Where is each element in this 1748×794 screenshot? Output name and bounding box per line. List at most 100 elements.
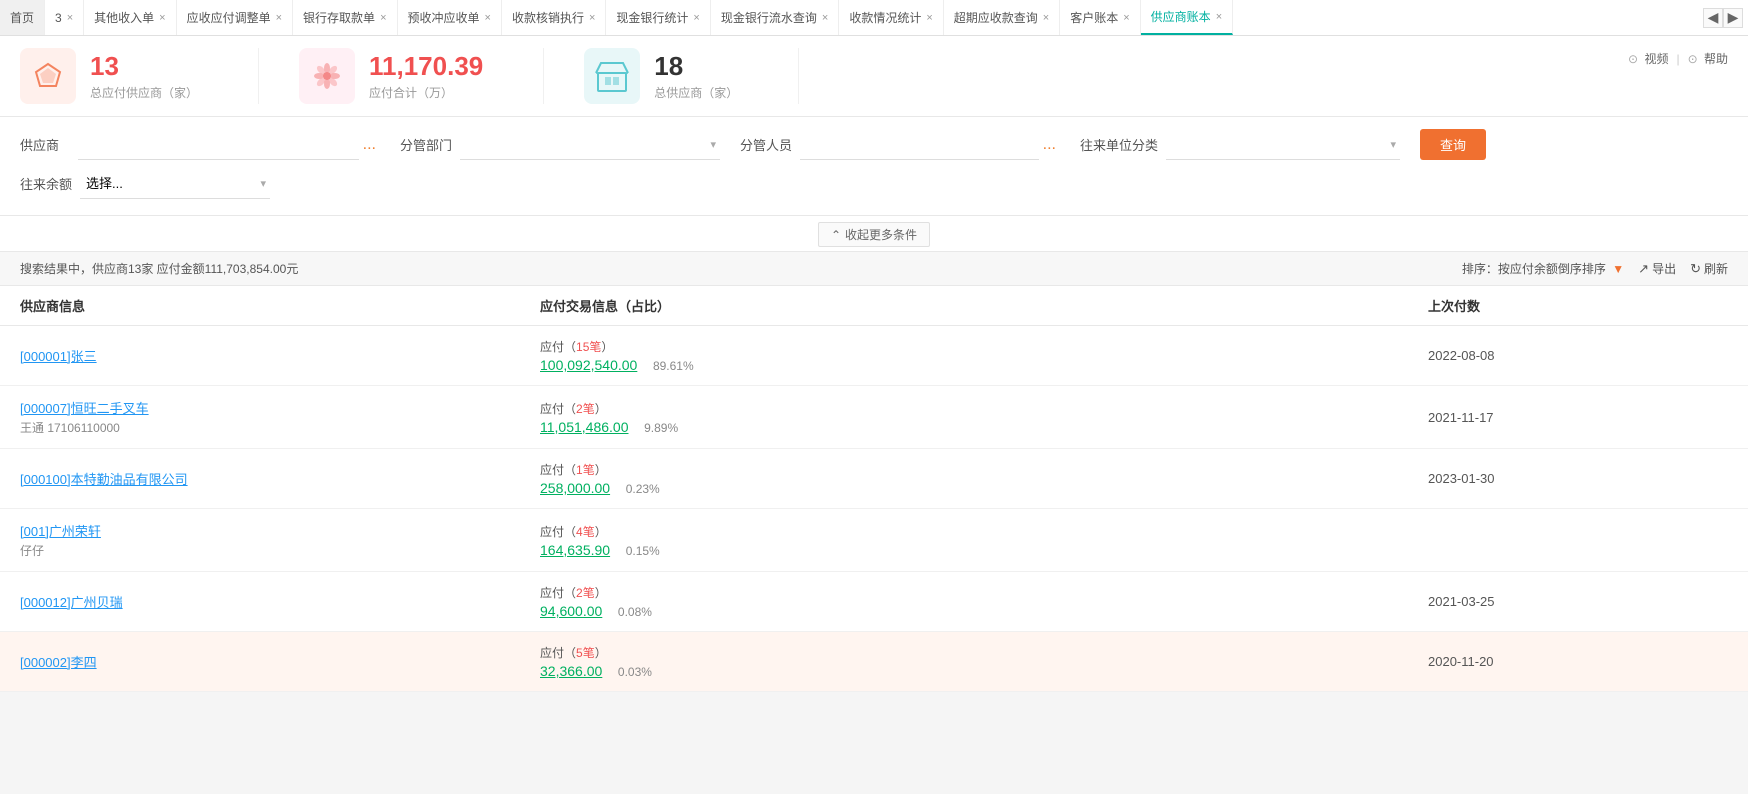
stat-label-total-suppliers: 总供应商（家） (654, 84, 738, 101)
category-label: 往来单位分类 (1080, 135, 1158, 154)
payable-info-cell: 应付（15笔） 100,092,540.00 89.61% (540, 338, 1428, 373)
last-pay-date: 2022-08-08 (1428, 348, 1728, 363)
nav-collection-stat[interactable]: 收款情况统计 × (839, 0, 943, 35)
close-icon[interactable]: × (822, 12, 828, 24)
table-row: [000012]广州贝瑞 应付（2笔） 94,600.00 0.08% 2021… (0, 572, 1748, 632)
collapse-button[interactable]: ⌃ 收起更多条件 (818, 222, 930, 247)
payable-amount-link[interactable]: 258,000.00 (540, 480, 610, 496)
supplier-input[interactable] (78, 130, 359, 160)
stat-number-suppliers: 13 (90, 51, 198, 82)
table-header: 供应商信息 应付交易信息（占比） 上次付数 (0, 286, 1748, 326)
balance-select-wrapper: 选择... ▾ (80, 168, 270, 199)
payable-label: 应付（4笔） (540, 523, 1428, 540)
filter-row-2: 往来余额 选择... ▾ (20, 168, 1728, 199)
nav-cash-bank-flow[interactable]: 现金银行流水查询 × (711, 0, 839, 35)
person-input[interactable] (800, 130, 1039, 160)
nav-customer-account[interactable]: 客户账本 × (1060, 0, 1140, 35)
person-label: 分管人员 (740, 135, 792, 154)
payable-percent: 0.23% (626, 482, 660, 496)
department-select[interactable] (460, 129, 720, 159)
supplier-ellipsis[interactable]: ... (359, 136, 380, 154)
col-supplier-info: 供应商信息 (20, 296, 540, 315)
stat-payable-suppliers: 13 总应付供应商（家） (20, 48, 259, 104)
nav-home[interactable]: 首页 (0, 0, 45, 35)
balance-select[interactable]: 选择... (80, 168, 270, 198)
col-last-pay: 上次付数 (1428, 296, 1728, 315)
nav-tab-3[interactable]: 3 × (45, 0, 84, 35)
close-icon[interactable]: × (67, 12, 73, 24)
nav-supplier-account[interactable]: 供应商账本 × (1141, 0, 1233, 35)
close-icon[interactable]: × (159, 12, 165, 24)
export-button[interactable]: ↗ 导出 (1638, 260, 1676, 277)
close-icon[interactable]: × (1123, 12, 1129, 24)
col-payable-info: 应付交易信息（占比） (540, 296, 1428, 315)
nav-other-income[interactable]: 其他收入单 × (84, 0, 176, 35)
payable-amount-link[interactable]: 164,635.90 (540, 542, 610, 558)
supplier-sub: 王通 17106110000 (20, 419, 540, 436)
payable-label: 应付（2笔） (540, 400, 1428, 417)
result-actions: 排序：按应付余额倒序排序 ▼ ↗ 导出 ↻ 刷新 (1462, 260, 1728, 277)
nav-bank-deposit[interactable]: 银行存取款单 × (293, 0, 397, 35)
nav-arrow-right[interactable]: ▶ (1723, 8, 1743, 28)
query-button[interactable]: 查询 (1420, 129, 1486, 160)
stat-info-1: 13 总应付供应商（家） (90, 51, 198, 101)
nav-advance-receive[interactable]: 预收冲应收单 × (398, 0, 502, 35)
payable-info-cell: 应付（1笔） 258,000.00 0.23% (540, 461, 1428, 496)
supplier-info-cell: [000100]本特勤油品有限公司 (20, 469, 540, 488)
filter-person: 分管人员 ... (740, 130, 1060, 160)
payable-info-cell: 应付（5笔） 32,366.00 0.03% (540, 644, 1428, 679)
filter-supplier: 供应商 ... (20, 130, 380, 160)
divider: | (1676, 52, 1679, 66)
last-pay-date: 2020-11-20 (1428, 654, 1728, 669)
close-icon[interactable]: × (485, 12, 491, 24)
supplier-info-cell: [001]广州荣轩 仔仔 (20, 521, 540, 559)
payable-amount-link[interactable]: 11,051,486.00 (540, 419, 629, 435)
stat-label-total: 应付合计（万） (369, 84, 483, 101)
help-link[interactable]: ⊙ 帮助 (1688, 50, 1728, 67)
stat-label-suppliers: 总应付供应商（家） (90, 84, 198, 101)
close-icon[interactable]: × (1043, 12, 1049, 24)
nav-cash-bank-stat[interactable]: 现金银行统计 × (606, 0, 710, 35)
supplier-name-link[interactable]: [001]广州荣轩 (20, 521, 540, 540)
category-select[interactable] (1166, 129, 1400, 159)
supplier-info-cell: [000002]李四 (20, 652, 540, 671)
payable-amount-link[interactable]: 94,600.00 (540, 603, 602, 619)
person-ellipsis[interactable]: ... (1039, 136, 1060, 154)
payable-amount-link[interactable]: 32,366.00 (540, 663, 602, 679)
payable-info-cell: 应付（4笔） 164,635.90 0.15% (540, 523, 1428, 558)
payable-label: 应付（2笔） (540, 584, 1428, 601)
nav-overdue-query[interactable]: 超期应收款查询 × (944, 0, 1060, 35)
filter-department: 分管部门 ▾ (400, 129, 720, 160)
close-icon[interactable]: × (276, 12, 282, 24)
nav-collection-exec[interactable]: 收款核销执行 × (502, 0, 606, 35)
video-link[interactable]: ⊙ 视频 (1628, 50, 1668, 67)
collapse-bar: ⌃ 收起更多条件 (0, 216, 1748, 252)
stat-number-total-suppliers: 18 (654, 51, 738, 82)
nav-adjustment[interactable]: 应收应付调整单 × (177, 0, 293, 35)
close-icon[interactable]: × (926, 12, 932, 24)
supplier-label: 供应商 (20, 135, 70, 154)
supplier-name-link[interactable]: [000100]本特勤油品有限公司 (20, 469, 540, 488)
supplier-info-cell: [000001]张三 (20, 346, 540, 365)
close-icon[interactable]: × (589, 12, 595, 24)
supplier-sub: 仔仔 (20, 542, 540, 559)
table-row: [000100]本特勤油品有限公司 应付（1笔） 258,000.00 0.23… (0, 449, 1748, 509)
supplier-name-link[interactable]: [000001]张三 (20, 346, 540, 365)
close-icon[interactable]: × (693, 12, 699, 24)
stat-payable-total: 11,170.39 应付合计（万） (299, 48, 544, 104)
nav-arrow-left[interactable]: ◀ (1703, 8, 1723, 28)
payable-amount-link[interactable]: 100,092,540.00 (540, 357, 637, 373)
sort-label[interactable]: 排序：按应付余额倒序排序 ▼ (1462, 260, 1624, 277)
filter-category: 往来单位分类 ▾ (1080, 129, 1400, 160)
close-icon[interactable]: × (1216, 11, 1222, 23)
filter-section: 供应商 ... 分管部门 ▾ 分管人员 ... 往来单位分类 (0, 117, 1748, 216)
supplier-name-link[interactable]: [000012]广州贝瑞 (20, 592, 540, 611)
stat-info-2: 11,170.39 应付合计（万） (369, 51, 483, 101)
refresh-button[interactable]: ↻ 刷新 (1690, 260, 1728, 277)
result-bar: 搜索结果中，供应商13家 应付金额111,703,854.00元 排序：按应付余… (0, 252, 1748, 286)
close-icon[interactable]: × (380, 12, 386, 24)
flower-icon (299, 48, 355, 104)
supplier-name-link[interactable]: [000007]恒旺二手叉车 (20, 398, 540, 417)
stat-number-total: 11,170.39 (369, 51, 483, 82)
supplier-name-link[interactable]: [000002]李四 (20, 652, 540, 671)
